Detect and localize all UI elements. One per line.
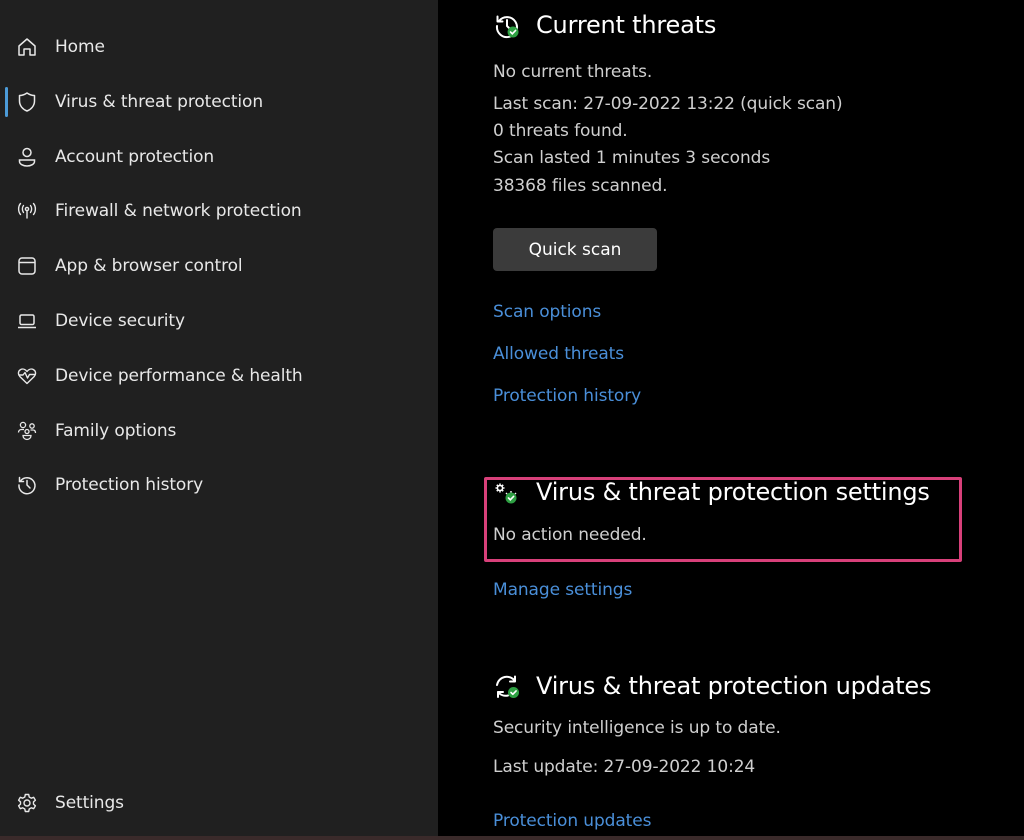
- sidebar-item-virus-threat-protection[interactable]: Virus & threat protection: [0, 82, 438, 122]
- scan-options-link[interactable]: Scan options: [493, 302, 601, 322]
- sidebar-item-label: App & browser control: [55, 256, 243, 276]
- sidebar-item-firewall-network-protection[interactable]: Firewall & network protection: [0, 191, 438, 231]
- last-update-text: Last update: 27-09-2022 10:24: [493, 757, 756, 777]
- sidebar-item-label: Protection history: [55, 475, 204, 495]
- sidebar-item-app-browser-control[interactable]: App & browser control: [0, 246, 438, 286]
- gear-icon: [16, 792, 38, 814]
- protection-settings-status: No action needed.: [493, 525, 647, 545]
- sidebar-item-family-options[interactable]: Family options: [0, 411, 438, 451]
- laptop-icon: [16, 310, 38, 332]
- files-scanned-text: 38368 files scanned.: [493, 176, 668, 196]
- shield-icon: [16, 91, 38, 113]
- scan-duration-text: Scan lasted 1 minutes 3 seconds: [493, 148, 771, 168]
- heart-pulse-icon: [16, 365, 38, 387]
- window-bottom-edge: [0, 836, 1024, 840]
- sidebar-item-label: Virus & threat protection: [55, 92, 264, 112]
- active-indicator: [5, 87, 8, 117]
- sidebar: Home Virus & threat protection Account p…: [0, 0, 438, 836]
- sidebar-item-label: Account protection: [55, 147, 215, 167]
- sidebar-item-account-protection[interactable]: Account protection: [0, 137, 438, 177]
- sync-check-icon: [493, 673, 521, 701]
- sidebar-item-label: Device security: [55, 311, 185, 331]
- family-icon: [16, 420, 38, 442]
- protection-settings-title: Virus & threat protection settings: [536, 478, 930, 506]
- browser-window-icon: [16, 255, 38, 277]
- sidebar-item-device-security[interactable]: Device security: [0, 301, 438, 341]
- quick-scan-button[interactable]: Quick scan: [493, 228, 657, 271]
- current-threats-title: Current threats: [536, 11, 717, 39]
- allowed-threats-link[interactable]: Allowed threats: [493, 344, 624, 364]
- sidebar-item-label: Firewall & network protection: [55, 201, 302, 221]
- sidebar-item-label: Family options: [55, 421, 177, 441]
- sidebar-item-label: Settings: [55, 793, 124, 813]
- threats-found-text: 0 threats found.: [493, 121, 628, 141]
- last-scan-text: Last scan: 27-09-2022 13:22 (quick scan): [493, 94, 843, 114]
- sidebar-item-device-performance-health[interactable]: Device performance & health: [0, 356, 438, 396]
- threat-status: No current threats.: [493, 62, 653, 82]
- gears-check-icon: [493, 481, 521, 509]
- main-content: Current threats No current threats. Last…: [438, 0, 1024, 836]
- antenna-icon: [16, 200, 38, 222]
- protection-history-link[interactable]: Protection history: [493, 386, 641, 406]
- history-icon: [16, 474, 38, 496]
- intelligence-status: Security intelligence is up to date.: [493, 718, 781, 738]
- sidebar-item-protection-history[interactable]: Protection history: [0, 465, 438, 505]
- protection-updates-title: Virus & threat protection updates: [536, 672, 932, 700]
- sidebar-item-settings[interactable]: Settings: [0, 783, 438, 823]
- sidebar-item-label: Device performance & health: [55, 366, 303, 386]
- protection-updates-link[interactable]: Protection updates: [493, 811, 651, 831]
- sidebar-item-home[interactable]: Home: [0, 27, 438, 67]
- manage-settings-link[interactable]: Manage settings: [493, 580, 632, 600]
- home-icon: [16, 36, 38, 58]
- person-icon: [16, 146, 38, 168]
- sidebar-item-label: Home: [55, 37, 105, 57]
- history-check-icon: [493, 12, 521, 40]
